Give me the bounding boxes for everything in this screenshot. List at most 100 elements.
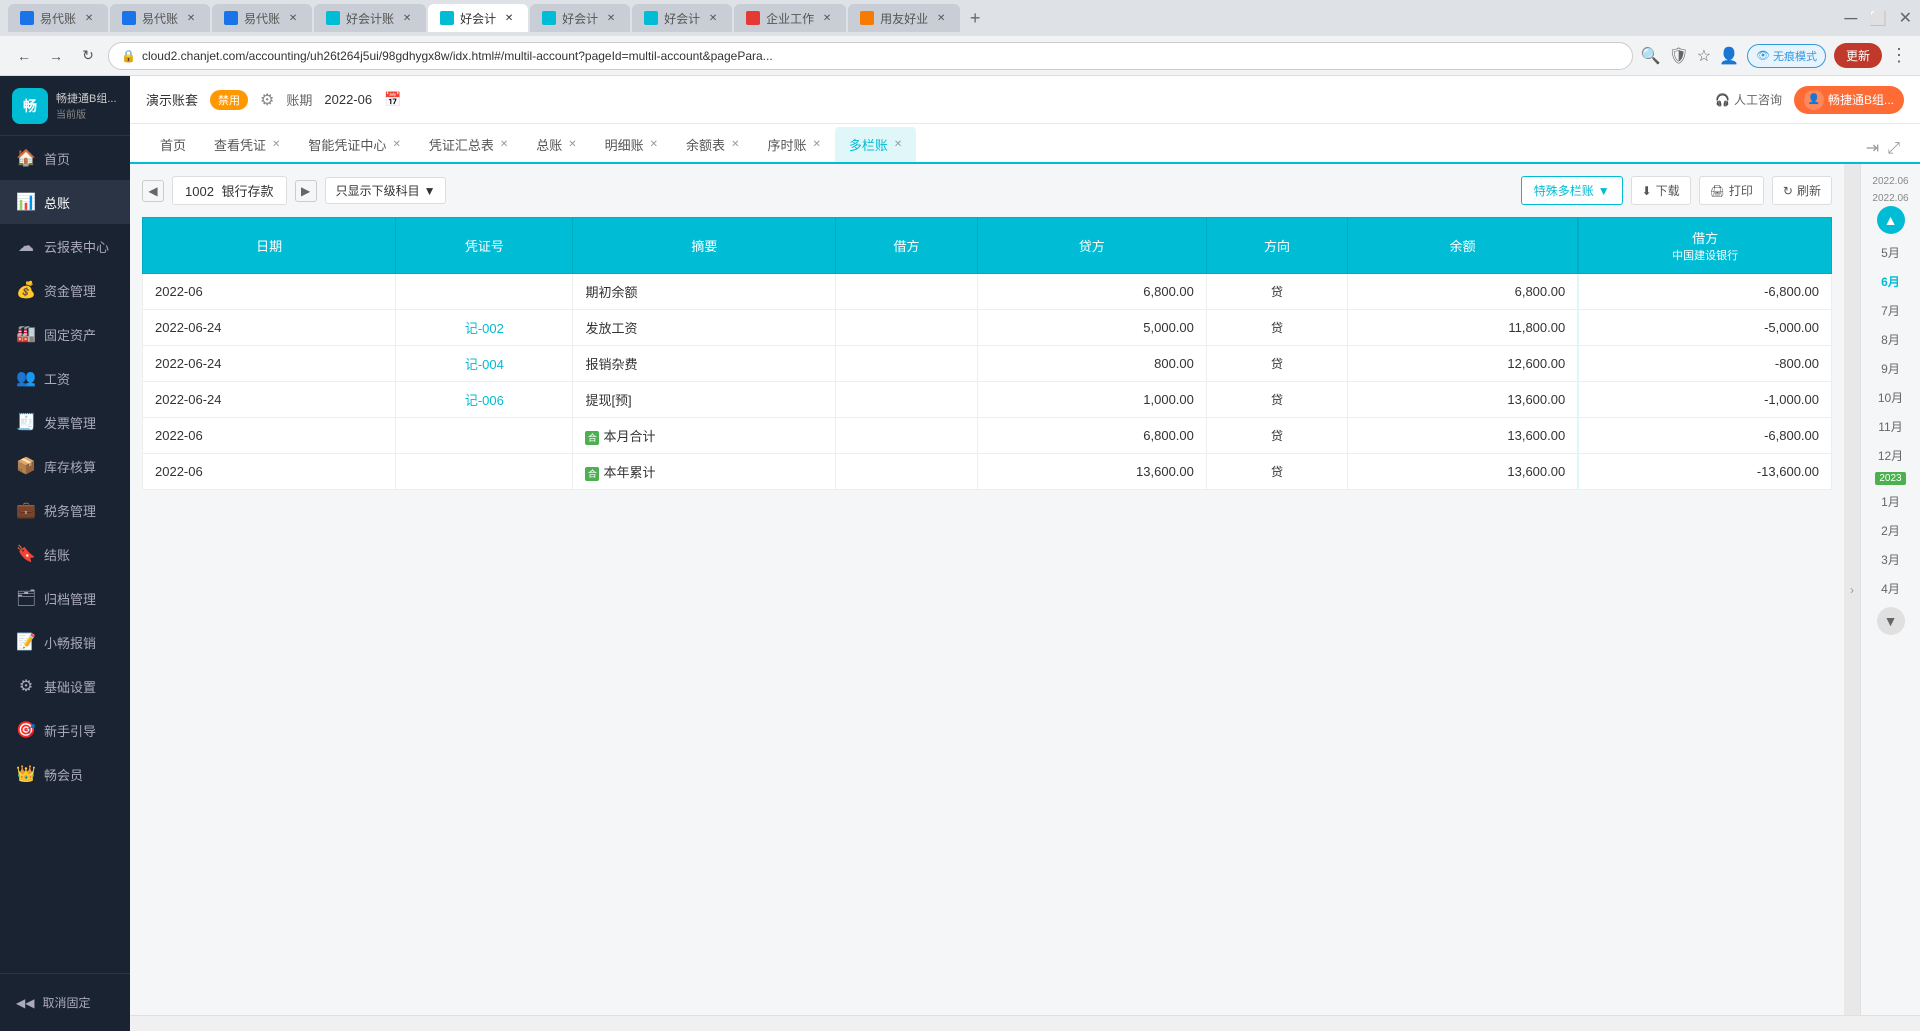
voucher-link-3[interactable]: 记-006 [465,393,504,408]
sidebar-item-home[interactable]: 🏠 首页 [0,136,130,180]
sidebar-item-settings[interactable]: ⚙ 基础设置 [0,664,130,708]
cell-voucher-2[interactable]: 记-004 [396,346,573,382]
tab-gl-close[interactable]: ✕ [568,139,576,150]
tab-mc-close[interactable]: ✕ [894,139,902,150]
sidebar-item-invoice[interactable]: 🧾 发票管理 [0,400,130,444]
calendar-icon[interactable]: 📅 [384,91,401,108]
sidebar-item-tax[interactable]: 💼 税务管理 [0,488,130,532]
month-jan[interactable]: 1月 [1861,487,1920,516]
unpin-button[interactable]: ◀◀ 取消固定 [0,986,130,1019]
tab-sequential[interactable]: 序时账 ✕ [753,127,834,164]
tab-balance-close[interactable]: ✕ [731,139,739,150]
sidebar-item-archive[interactable]: 🗂 归档管理 [0,576,130,620]
tab-multicolumn[interactable]: 多栏账 ✕ [835,127,916,164]
tab-close-9[interactable]: ✕ [934,11,948,25]
refresh-button[interactable]: ↻ 刷新 [1772,176,1832,205]
tab-seq-close[interactable]: ✕ [812,139,820,150]
prev-account-button[interactable]: ◀ [142,180,164,202]
browser-tab-7[interactable]: 好会计 ✕ [632,4,732,32]
browser-tab-4[interactable]: 好会计账 ✕ [314,4,426,32]
month-oct[interactable]: 10月 [1861,383,1920,412]
new-tab-button[interactable]: + [962,5,988,31]
browser-tab-3[interactable]: 易代账 ✕ [212,4,312,32]
gear-icon[interactable]: ⚙ [260,90,274,110]
cell-voucher-1[interactable]: 记-002 [396,310,573,346]
month-nov[interactable]: 11月 [1861,412,1920,441]
tabs-collapse-button[interactable]: ⇥ [1862,134,1883,162]
tab-home[interactable]: 首页 [146,127,200,164]
minimize-icon[interactable]: ─ [1844,8,1857,29]
tab-smart-voucher[interactable]: 智能凭证中心 ✕ [294,127,414,164]
tab-detail-ledger[interactable]: 明细账 ✕ [591,127,672,164]
month-jun[interactable]: 6月 [1861,267,1920,296]
tab-dl-close[interactable]: ✕ [650,139,658,150]
download-button[interactable]: ⬇ 下载 [1631,176,1691,205]
timeline-scroll-down[interactable]: ▼ [1877,607,1905,635]
expand-icon[interactable]: ⤢ [1883,136,1904,162]
month-dec[interactable]: 12月 [1861,441,1920,470]
sidebar-item-inventory[interactable]: 📦 库存核算 [0,444,130,488]
shield-icon[interactable]: 🛡 [1668,46,1688,66]
profile-icon[interactable]: 👤 [1719,46,1739,66]
address-input[interactable]: 🔒 cloud2.chanjet.com/accounting/uh26t264… [108,42,1633,70]
browser-tab-5[interactable]: 好会计 ✕ [428,4,528,32]
restore-icon[interactable]: ⬜ [1869,10,1886,27]
tab-close-1[interactable]: ✕ [82,11,96,25]
month-apr[interactable]: 4月 [1861,574,1920,603]
sidebar-item-member[interactable]: 👑 畅会员 [0,752,130,796]
tab-close-8[interactable]: ✕ [820,11,834,25]
cell-voucher-3[interactable]: 记-006 [396,382,573,418]
user-menu-button[interactable]: 👤 畅捷通B组... [1794,86,1904,114]
reload-button[interactable]: ↻ [76,44,100,68]
update-button[interactable]: 更新 [1834,43,1882,68]
star-icon[interactable]: ☆ [1697,46,1711,66]
month-feb[interactable]: 2月 [1861,516,1920,545]
browser-tab-9[interactable]: 用友好业 ✕ [848,4,960,32]
browser-tab-1[interactable]: 易代账 ✕ [8,4,108,32]
tab-voucher-close[interactable]: ✕ [272,139,280,150]
sidebar-item-assets[interactable]: 🏭 固定资产 [0,312,130,356]
sidebar-item-close[interactable]: 🔖 结账 [0,532,130,576]
tab-close-5[interactable]: ✕ [502,11,516,25]
browser-tab-2[interactable]: 易代账 ✕ [110,4,210,32]
sidebar-item-funds[interactable]: 💰 资金管理 [0,268,130,312]
consult-button[interactable]: 🎧 人工咨询 [1715,91,1782,108]
tab-smart-close[interactable]: ✕ [392,139,400,150]
sidebar-item-cloudreport[interactable]: ☁ 云报表中心 [0,224,130,268]
menu-icon[interactable]: ⋮ [1890,45,1908,66]
month-mar[interactable]: 3月 [1861,545,1920,574]
incognito-mode-button[interactable]: 👁 无痕模式 [1747,44,1826,68]
tab-voucher[interactable]: 查看凭证 ✕ [200,127,294,164]
special-multicolumn-button[interactable]: 特殊多栏账 ▼ [1521,176,1623,205]
sidebar-item-guide[interactable]: 🎯 新手引导 [0,708,130,752]
tab-close-3[interactable]: ✕ [286,11,300,25]
tab-close-7[interactable]: ✕ [706,11,720,25]
month-may[interactable]: 5月 [1861,238,1920,267]
voucher-link-2[interactable]: 记-004 [465,357,504,372]
browser-tab-6[interactable]: 好会计 ✕ [530,4,630,32]
horizontal-scrollbar[interactable] [130,1015,1920,1031]
sidebar-item-expense[interactable]: 📝 小畅报销 [0,620,130,664]
month-jul[interactable]: 7月 [1861,296,1920,325]
side-collapse-handle[interactable]: › [1844,164,1860,1015]
close-icon[interactable]: ✕ [1899,8,1912,28]
tab-general-ledger[interactable]: 总账 ✕ [522,127,590,164]
filter-dropdown[interactable]: 只显示下级科目 ▼ [325,177,447,204]
print-button[interactable]: 🖨 打印 [1699,176,1764,205]
search-icon[interactable]: 🔍 [1641,46,1661,66]
tab-close-2[interactable]: ✕ [184,11,198,25]
sidebar-item-ledger[interactable]: 📊 总账 [0,180,130,224]
tab-balance[interactable]: 余额表 ✕ [672,127,753,164]
back-button[interactable]: ← [12,44,36,68]
tab-close-4[interactable]: ✕ [400,11,414,25]
month-aug[interactable]: 8月 [1861,325,1920,354]
sidebar-item-payroll[interactable]: 👥 工资 [0,356,130,400]
next-account-button[interactable]: ▶ [295,180,317,202]
browser-tab-8[interactable]: 企业工作 ✕ [734,4,846,32]
tab-close-6[interactable]: ✕ [604,11,618,25]
tab-summary[interactable]: 凭证汇总表 ✕ [415,127,522,164]
month-sep[interactable]: 9月 [1861,354,1920,383]
voucher-link-1[interactable]: 记-002 [465,321,504,336]
timeline-scroll-up[interactable]: ▲ [1877,206,1905,234]
tab-summary-close[interactable]: ✕ [500,139,508,150]
